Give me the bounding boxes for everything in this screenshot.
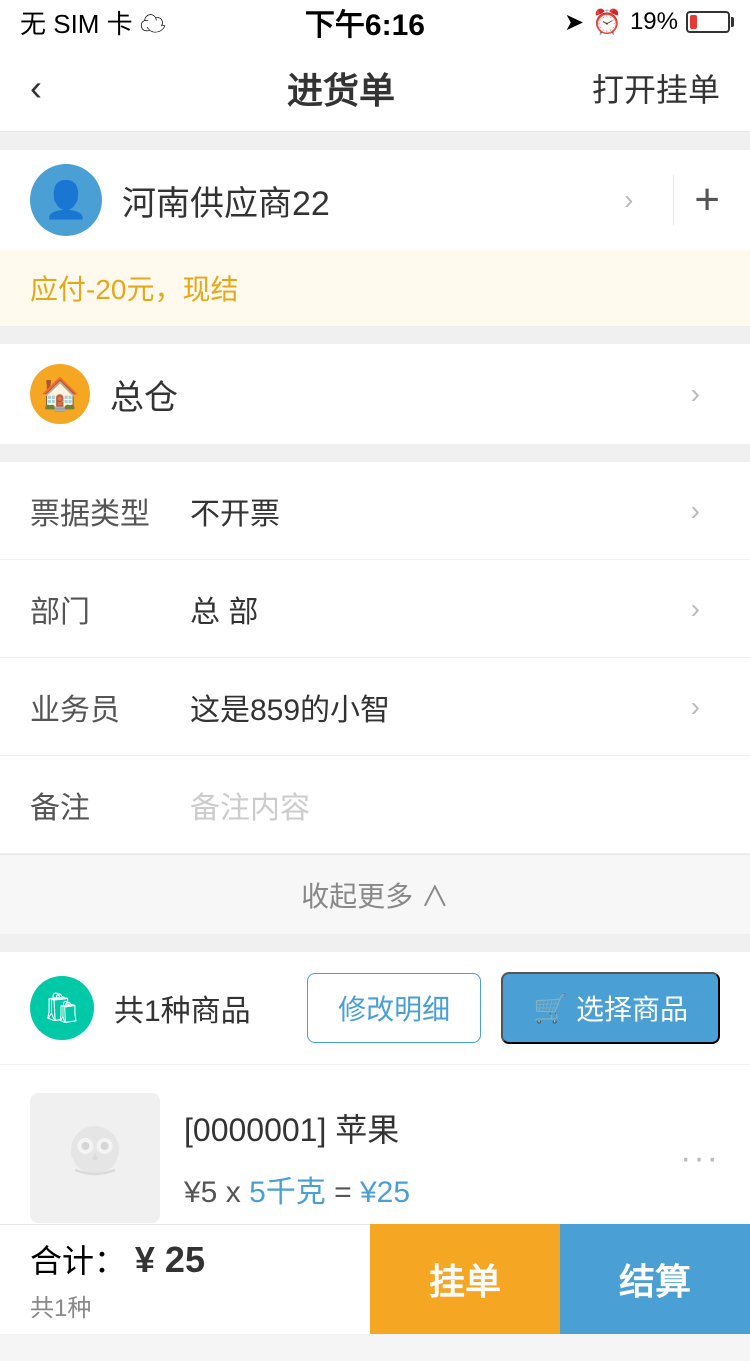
total-section: 合计： ¥ 25 共1种 [0,1224,370,1334]
person-icon: 👤 [44,179,89,221]
supplier-section[interactable]: 👤 河南供应商22 › + [0,150,750,250]
supplier-avatar: 👤 [30,164,102,236]
product-price: ¥5 x 5千克 = ¥25 [184,1167,656,1211]
back-button[interactable]: ‹ [30,67,90,109]
product-icon-wrap: 🛍 [30,976,94,1040]
supplier-name: 河南供应商22 [122,176,624,225]
divider-1 [0,326,750,344]
edit-detail-button[interactable]: 修改明细 [307,973,481,1043]
product-code: [0000001] [184,1112,326,1148]
salesperson-value: 这是859的小智 [190,685,691,729]
salesperson-row[interactable]: 业务员 这是859的小智 › [0,658,750,756]
collapse-label: 收起更多 ∧ [301,875,449,915]
status-bar: 无 SIM 卡 ☁ 下午6:16 ➤ ⏰ 19% [0,0,750,44]
bottom-bar: 合计： ¥ 25 共1种 挂单 结算 [0,1224,750,1334]
total-amount: ¥ 25 [135,1239,205,1280]
hang-button[interactable]: 挂单 [370,1224,560,1334]
chevron-right-icon: › [691,593,700,625]
collapse-more-button[interactable]: 收起更多 ∧ [0,854,750,934]
chevron-right-icon: › [624,184,633,216]
product-title-text: 苹果 [335,1112,399,1148]
salesperson-label: 业务员 [30,685,190,729]
warehouse-icon-wrap: 🏠 [30,364,90,424]
select-product-label: 选择商品 [576,988,688,1028]
battery-percent: 19% [630,8,678,36]
chevron-right-icon: › [691,378,700,410]
page-title: 进货单 [287,62,395,114]
remark-label: 备注 [30,783,190,827]
cart-icon: 🛍 [43,991,81,1026]
product-count: 共1种商品 [114,986,287,1030]
chevron-right-icon: › [691,495,700,527]
total-row: 合计： ¥ 25 [30,1236,340,1282]
more-options-button[interactable]: ··· [680,1139,720,1178]
nav-bar: ‹ 进货单 打开挂单 [0,44,750,132]
product-toolbar: 🛍 共1种商品 修改明细 🛒 选择商品 [0,952,750,1065]
warehouse-name: 总仓 [110,370,691,419]
product-name: [0000001] 苹果 [184,1105,656,1151]
remark-placeholder: 备注内容 [190,783,720,827]
divider-2 [0,444,750,462]
remark-row[interactable]: 备注 备注内容 [0,756,750,854]
location-icon: ➤ [564,8,584,37]
product-thumbnail [30,1093,160,1223]
equals-sign: = [334,1176,360,1209]
status-time: 下午6:16 [305,0,425,44]
total-value: ¥25 [360,1176,410,1209]
open-hang-button[interactable]: 打开挂单 [592,65,720,111]
department-label: 部门 [30,587,190,631]
select-product-button[interactable]: 🛒 选择商品 [501,972,720,1044]
invoice-type-row[interactable]: 票据类型 不开票 › [0,462,750,560]
product-info: [0000001] 苹果 ¥5 x 5千克 = ¥25 [184,1105,656,1211]
chevron-right-icon: › [691,691,700,723]
department-row[interactable]: 部门 总 部 › [0,560,750,658]
top-divider [0,132,750,150]
status-left: 无 SIM 卡 ☁ [20,4,166,41]
owl-logo-icon [55,1118,135,1198]
cart-icon: 🛒 [533,992,568,1025]
total-count: 共1种 [30,1288,340,1323]
department-value: 总 部 [190,587,691,631]
warehouse-section[interactable]: 🏠 总仓 › [0,344,750,444]
vertical-divider [673,175,674,225]
checkout-button[interactable]: 结算 [560,1224,750,1334]
price-value: ¥5 [184,1176,217,1209]
total-label: 合计： [30,1243,126,1279]
invoice-type-value: 不开票 [190,489,691,533]
sim-status: 无 SIM 卡 ☁ [20,4,166,41]
alarm-icon: ⏰ [592,8,622,37]
status-right: ➤ ⏰ 19% [564,8,730,37]
warehouse-icon: 🏠 [40,375,80,413]
notice-bar: 应付-20元，现结 [0,250,750,326]
quantity-value: 5千克 [249,1176,326,1209]
price-x: x [226,1176,249,1209]
invoice-type-label: 票据类型 [30,489,190,533]
add-supplier-button[interactable]: + [694,175,720,225]
battery-icon [686,11,730,33]
divider-3 [0,934,750,952]
